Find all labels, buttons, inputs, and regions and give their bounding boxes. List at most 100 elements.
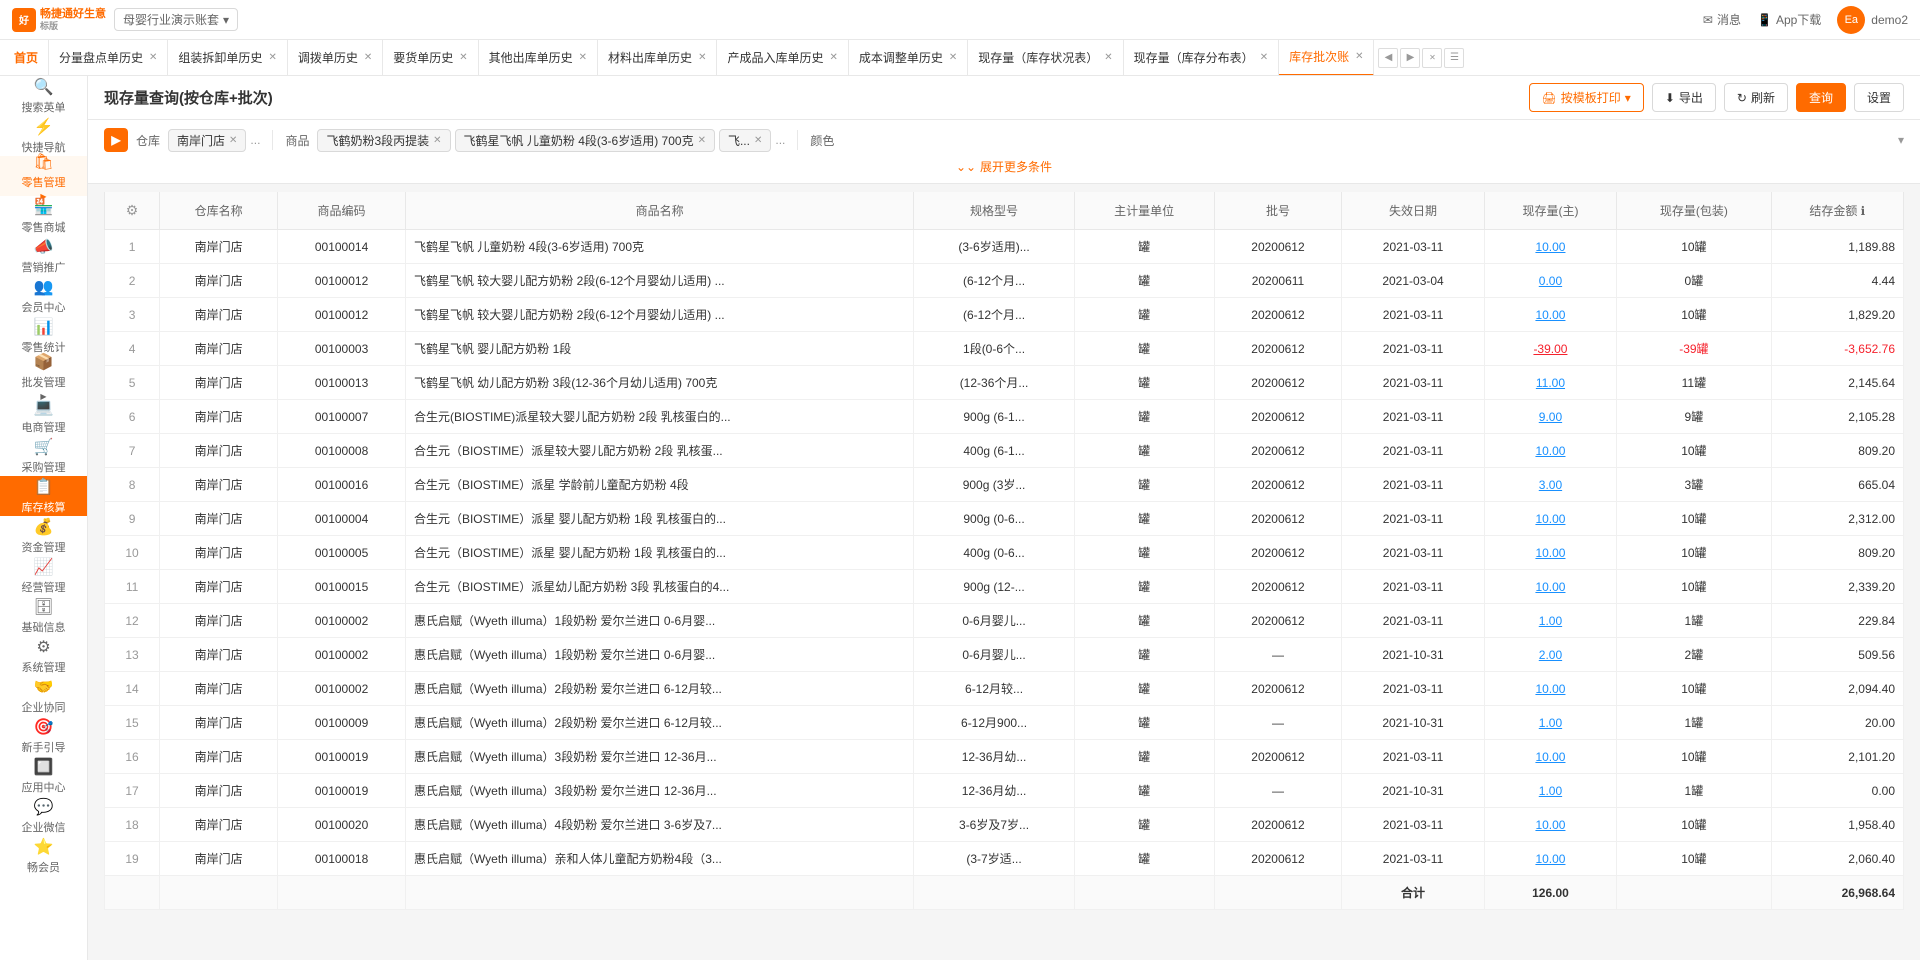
row-num: 15 (105, 706, 160, 740)
tab-chengpinru[interactable]: 产成品入库单历史 ✕ (717, 40, 848, 76)
goods-tag-2[interactable]: 飞鹤星飞帆 儿童奶粉 4段(3-6岁适用) 700克 ✕ (455, 129, 715, 152)
filter-toggle-btn[interactable]: ▶ (104, 128, 128, 152)
col-settings[interactable]: ⚙ (105, 192, 160, 230)
industry-selector[interactable]: 母婴行业演示账套 ▾ (114, 8, 238, 31)
close-icon[interactable]: ✕ (459, 52, 467, 63)
app-download-btn[interactable]: 📱 App下载 (1757, 11, 1821, 28)
sidebar-item-marketing[interactable]: 📣 营销推广 (0, 236, 87, 276)
sidebar-item-membership[interactable]: ⭐ 畅会员 (0, 836, 87, 876)
sidebar-item-retail[interactable]: 🛍 零售管理 ▶ (0, 156, 87, 196)
row-qty-main[interactable]: 10.00 (1484, 808, 1617, 842)
close-icon[interactable]: ✕ (1260, 52, 1268, 63)
sidebar-item-operations[interactable]: 📈 经营管理 (0, 556, 87, 596)
row-qty-main[interactable]: 10.00 (1484, 672, 1617, 706)
tab-fenpan[interactable]: 分量盘点单历史 ✕ (49, 40, 168, 76)
tab-kucunpici[interactable]: 库存批次账 ✕ (1279, 40, 1374, 76)
sidebar-item-retail-stat[interactable]: 📊 零售统计 (0, 316, 87, 356)
summary-qty: 126.00 (1484, 876, 1617, 910)
print-btn[interactable]: 🖨 按模板打印 ▾ (1529, 83, 1644, 112)
tab-chengbendiao[interactable]: 成本调整单历史 ✕ (849, 40, 968, 76)
row-qty-main[interactable]: 10.00 (1484, 570, 1617, 604)
tab-qitachuku[interactable]: 其他出库单历史 ✕ (479, 40, 598, 76)
row-qty-main[interactable]: 10.00 (1484, 230, 1617, 264)
sidebar-item-member[interactable]: 👥 会员中心 (0, 276, 87, 316)
close-icon[interactable]: ✕ (949, 52, 957, 63)
tab-home[interactable]: 首页 (4, 40, 49, 76)
close-icon[interactable]: ✕ (698, 52, 706, 63)
row-qty-main[interactable]: 3.00 (1484, 468, 1617, 502)
export-btn[interactable]: ⬇ 导出 (1652, 83, 1716, 112)
sidebar-item-shortcut[interactable]: ⚡ 快捷导航 (0, 116, 87, 156)
row-qty-main[interactable]: 9.00 (1484, 400, 1617, 434)
user-info[interactable]: Ea demo2 (1837, 6, 1908, 34)
close-icon[interactable]: ✕ (268, 52, 276, 63)
sidebar-item-retail-shop[interactable]: 🏪 零售商城 (0, 196, 87, 236)
close-icon[interactable]: ✕ (829, 52, 837, 63)
close-icon[interactable]: ✕ (364, 52, 372, 63)
row-qty-main[interactable]: 10.00 (1484, 536, 1617, 570)
sidebar-item-basic[interactable]: 🗄 基础信息 (0, 596, 87, 636)
expand-conditions-btn[interactable]: ⌄⌄ 展开更多条件 (956, 158, 1052, 175)
close-icon[interactable]: ✕ (1355, 51, 1363, 62)
row-qty-main[interactable]: 10.00 (1484, 502, 1617, 536)
tab-xianzailiang1[interactable]: 现存量（库存状况表） ✕ (968, 40, 1123, 76)
close-icon[interactable]: ✕ (579, 52, 587, 63)
row-qty-main[interactable]: 10.00 (1484, 740, 1617, 774)
row-num: 9 (105, 502, 160, 536)
more-icon[interactable]: ... (250, 133, 260, 147)
sidebar-item-system[interactable]: ⚙ 系统管理 (0, 636, 87, 676)
row-qty-main[interactable]: 1.00 (1484, 706, 1617, 740)
goods-more-icon[interactable]: ... (775, 133, 785, 147)
sidebar-item-wholesale[interactable]: 📦 批发管理 ▶ (0, 356, 87, 396)
sidebar-item-apps[interactable]: 🔲 应用中心 (0, 756, 87, 796)
row-qty-main[interactable]: 2.00 (1484, 638, 1617, 672)
tab-zuche[interactable]: 组装拆卸单历史 ✕ (168, 40, 287, 76)
sidebar-item-guide[interactable]: 🎯 新手引导 (0, 716, 87, 756)
sidebar-item-inventory[interactable]: 📋 库存核算 (0, 476, 87, 516)
nav-right-arrow[interactable]: ▶ (1400, 48, 1420, 68)
close-icon[interactable]: ✕ (754, 135, 762, 146)
nav-menu-arrow[interactable]: ☰ (1444, 48, 1464, 68)
row-batch: 20200612 (1214, 842, 1342, 876)
row-qty-main[interactable]: 1.00 (1484, 604, 1617, 638)
tab-cailiaochu[interactable]: 材料出库单历史 ✕ (598, 40, 717, 76)
sidebar-item-ecommerce[interactable]: 💻 电商管理 (0, 396, 87, 436)
row-qty-pkg: 1罐 (1617, 604, 1771, 638)
row-name: 合生元（BIOSTIME）派星 婴儿配方奶粉 1段 乳核蛋白的... (405, 502, 913, 536)
row-num: 19 (105, 842, 160, 876)
sidebar-item-finance[interactable]: 💰 资金管理 (0, 516, 87, 556)
close-icon[interactable]: ✕ (1104, 52, 1112, 63)
goods-tag-more[interactable]: 飞... ✕ (719, 129, 771, 152)
row-qty-main[interactable]: 10.00 (1484, 298, 1617, 332)
close-icon[interactable]: ✕ (229, 135, 237, 146)
close-icon[interactable]: ✕ (698, 135, 706, 146)
refresh-btn[interactable]: ↻ 刷新 (1724, 83, 1788, 112)
sidebar-item-search[interactable]: 🔍 搜索英单 (0, 76, 87, 116)
row-qty-main[interactable]: 10.00 (1484, 434, 1617, 468)
message-btn[interactable]: ✉ 消息 (1703, 11, 1741, 28)
nav-left-arrow[interactable]: ◀ (1378, 48, 1398, 68)
sidebar-item-wechat[interactable]: 💬 企业微信 (0, 796, 87, 836)
close-icon[interactable]: ✕ (149, 52, 157, 63)
tab-diaopai[interactable]: 调拨单历史 ✕ (288, 40, 383, 76)
tab-yaohuo[interactable]: 要货单历史 ✕ (383, 40, 478, 76)
goods-tag-1[interactable]: 飞鹤奶粉3段丙提装 ✕ (317, 129, 450, 152)
row-qty-pkg: 1罐 (1617, 706, 1771, 740)
query-btn[interactable]: 查询 (1796, 83, 1846, 112)
row-expire: 2021-10-31 (1342, 706, 1484, 740)
warehouse-tag-nanqiao[interactable]: 南岸门店 ✕ (168, 129, 246, 152)
row-spec: 3-6岁及7岁... (914, 808, 1074, 842)
chevron-down-icon[interactable]: ▾ (1898, 133, 1904, 147)
tab-xianzailiang2[interactable]: 现存量（库存分布表） ✕ (1124, 40, 1279, 76)
row-qty-main[interactable]: 1.00 (1484, 774, 1617, 808)
close-icon[interactable]: ✕ (433, 135, 441, 146)
nav-close-arrow[interactable]: ✕ (1422, 48, 1442, 68)
row-qty-main[interactable]: 0.00 (1484, 264, 1617, 298)
row-qty-main[interactable]: 11.00 (1484, 366, 1617, 400)
row-qty-main[interactable]: -39.00 (1484, 332, 1617, 366)
summary-empty (105, 876, 160, 910)
settings-btn[interactable]: 设置 (1854, 83, 1904, 112)
sidebar-item-enterprise[interactable]: 🤝 企业协同 (0, 676, 87, 716)
row-qty-main[interactable]: 10.00 (1484, 842, 1617, 876)
sidebar-item-purchase[interactable]: 🛒 采购管理 (0, 436, 87, 476)
